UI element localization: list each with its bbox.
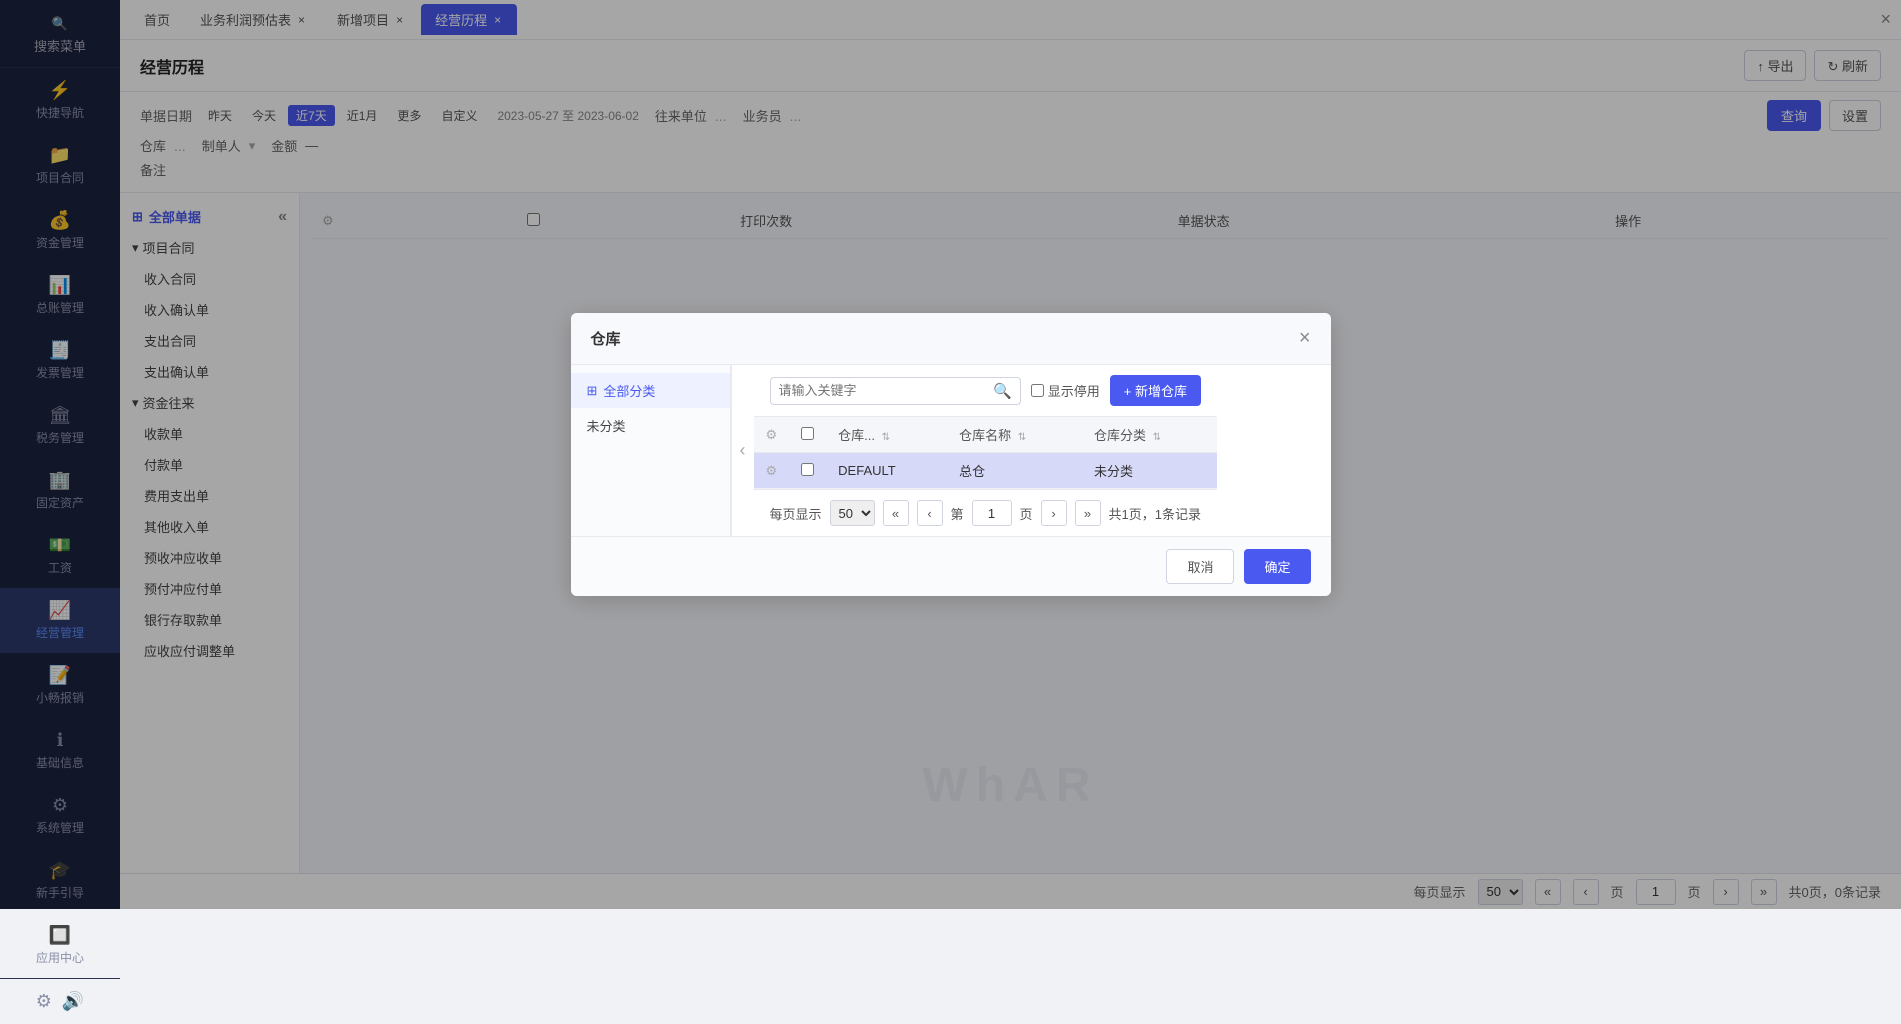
warehouse-dialog: 仓库 × ⊞ 全部分类 未分类 ‹ bbox=[571, 313, 1331, 596]
cancel-button[interactable]: 取消 bbox=[1166, 549, 1234, 584]
dialog-page-suffix: 页 bbox=[1020, 504, 1033, 523]
dialog-page-label: 第 bbox=[951, 504, 964, 523]
settings-icon[interactable]: ⚙ bbox=[36, 991, 52, 1012]
volume-icon[interactable]: 🔊 bbox=[62, 991, 84, 1012]
dialog-footer: 取消 确定 bbox=[571, 536, 1331, 596]
row-category: 未分类 bbox=[1082, 453, 1217, 489]
per-page-label-dialog: 每页显示 bbox=[770, 504, 822, 523]
per-page-select-dialog[interactable]: 50 bbox=[830, 500, 875, 526]
app-icon: 🔲 bbox=[49, 925, 71, 946]
add-warehouse-button[interactable]: + 新增仓库 bbox=[1110, 375, 1201, 406]
sidebar-item-app-center[interactable]: 🔲 应用中心 bbox=[0, 913, 120, 978]
th-name: 仓库名称 ⇅ bbox=[947, 417, 1082, 453]
dialog-first-page[interactable]: « bbox=[883, 500, 909, 526]
dialog-total-info: 共1页，1条记录 bbox=[1109, 504, 1201, 523]
table-row[interactable]: ⚙ DEFAULT 总仓 未分类 bbox=[754, 453, 1218, 489]
dialog-close-button[interactable]: × bbox=[1299, 327, 1311, 350]
dialog-sidebar-uncategorized[interactable]: 未分类 bbox=[571, 408, 730, 443]
dialog-pagination: 每页显示 50 « ‹ 第 页 › » 共1页，1条记录 bbox=[754, 489, 1218, 536]
th-checkbox bbox=[789, 417, 826, 453]
dialog-table: ⚙ 仓库... ⇅ 仓库名称 ⇅ bbox=[754, 417, 1218, 489]
confirm-button[interactable]: 确定 bbox=[1244, 549, 1310, 584]
sort-icon-name[interactable]: ⇅ bbox=[1018, 432, 1026, 443]
dialog-toolbar: 🔍 显示停用 + 新增仓库 bbox=[754, 365, 1218, 417]
dialog-next-page[interactable]: › bbox=[1041, 500, 1067, 526]
grid-icon-dialog: ⊞ bbox=[587, 383, 598, 399]
dialog-title: 仓库 bbox=[591, 328, 621, 349]
sidebar-collapse-btn[interactable]: ‹ bbox=[731, 365, 754, 536]
dialog-sidebar-all-category[interactable]: ⊞ 全部分类 bbox=[571, 373, 730, 408]
row-checkbox[interactable] bbox=[801, 463, 814, 476]
show-disabled-label[interactable]: 显示停用 bbox=[1031, 381, 1100, 400]
th-gear: ⚙ bbox=[754, 417, 790, 453]
row-code: DEFAULT bbox=[826, 453, 947, 489]
sort-icon-category[interactable]: ⇅ bbox=[1153, 432, 1161, 443]
row-gear-icon[interactable]: ⚙ bbox=[766, 463, 778, 478]
dialog-body: ⊞ 全部分类 未分类 ‹ 🔍 bbox=[571, 365, 1331, 536]
row-checkbox-cell bbox=[789, 453, 826, 489]
dialog-last-page[interactable]: » bbox=[1075, 500, 1101, 526]
gear-icon-table[interactable]: ⚙ bbox=[766, 427, 778, 442]
search-icon-dialog: 🔍 bbox=[993, 382, 1012, 400]
sort-icon-code[interactable]: ⇅ bbox=[882, 432, 890, 443]
dialog-search-input[interactable] bbox=[779, 383, 994, 398]
sidebar-bottom: ⚙ 🔊 bbox=[0, 978, 120, 1024]
th-code: 仓库... ⇅ bbox=[826, 417, 947, 453]
dialog-header: 仓库 × bbox=[571, 313, 1331, 365]
dialog-main: 🔍 显示停用 + 新增仓库 ⚙ bbox=[754, 365, 1218, 536]
dialog-table-wrap: ⚙ 仓库... ⇅ 仓库名称 ⇅ bbox=[754, 417, 1218, 489]
dialog-select-all[interactable] bbox=[801, 427, 814, 440]
modal-overlay: 仓库 × ⊞ 全部分类 未分类 ‹ bbox=[0, 0, 1901, 909]
dialog-page-input[interactable] bbox=[972, 500, 1012, 526]
sidebar-item-label: 应用中心 bbox=[36, 949, 84, 966]
row-name: 总仓 bbox=[947, 453, 1082, 489]
dialog-prev-page[interactable]: ‹ bbox=[917, 500, 943, 526]
show-disabled-checkbox[interactable] bbox=[1031, 384, 1044, 397]
search-wrap: 🔍 bbox=[770, 377, 1021, 405]
dialog-sidebar: ⊞ 全部分类 未分类 bbox=[571, 365, 731, 536]
row-gear: ⚙ bbox=[754, 453, 790, 489]
th-category: 仓库分类 ⇅ bbox=[1082, 417, 1217, 453]
